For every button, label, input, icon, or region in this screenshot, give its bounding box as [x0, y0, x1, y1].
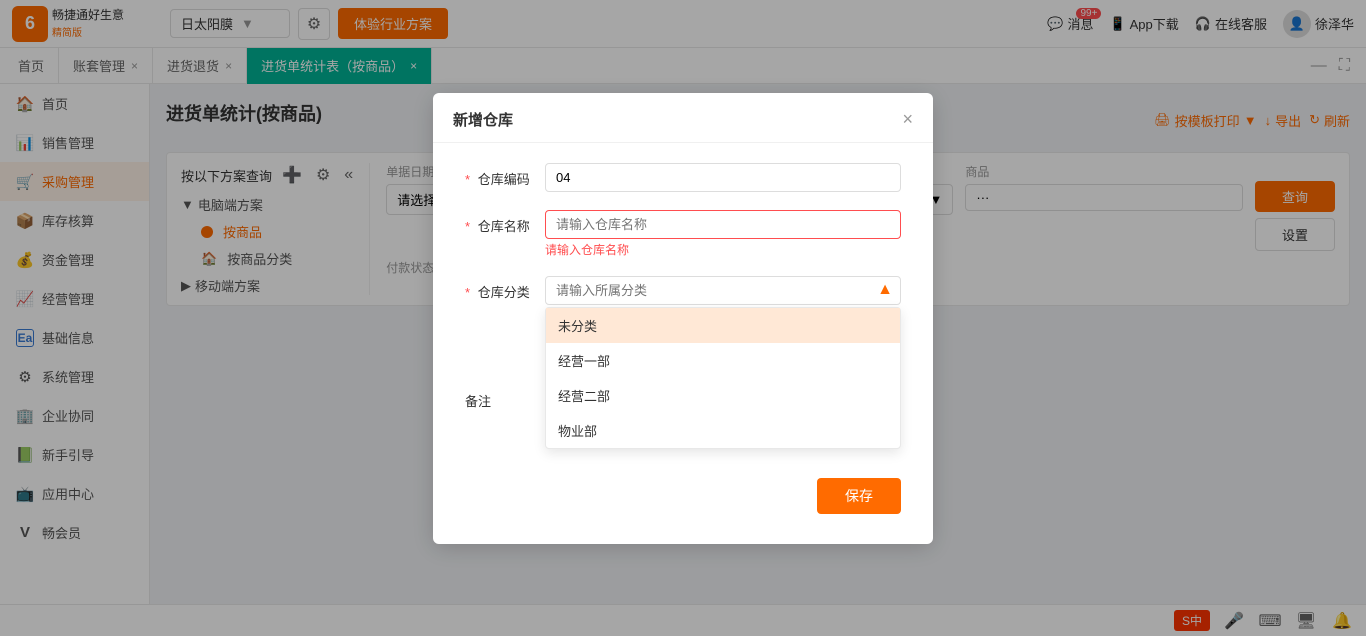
name-field-row: * 仓库名称 请输入仓库名称: [465, 210, 901, 258]
modal-header: 新增仓库 ×: [433, 93, 933, 143]
category-field: ▲ 未分类 经营一部 经营二部 物业部: [545, 276, 901, 305]
code-label: * 仓库编码: [465, 163, 545, 188]
code-required: *: [465, 172, 470, 187]
name-error-msg: 请输入仓库名称: [545, 241, 901, 258]
category-toggle-btn[interactable]: ▲: [877, 281, 893, 299]
code-field-row: * 仓库编码: [465, 163, 901, 192]
modal-overlay: 新增仓库 × * 仓库编码 * 仓库名称: [0, 0, 1366, 636]
name-field: 请输入仓库名称: [545, 210, 901, 258]
dropdown-item-dept2[interactable]: 经营二部: [546, 378, 900, 413]
category-dropdown: 未分类 经营一部 经营二部 物业部: [545, 307, 901, 449]
modal-close-btn[interactable]: ×: [902, 109, 913, 130]
category-input[interactable]: [545, 276, 901, 305]
name-label: * 仓库名称: [465, 210, 545, 235]
category-field-row: * 仓库分类 ▲ 未分类 经营一部 经营二部 物业部: [465, 276, 901, 305]
name-required: *: [465, 219, 470, 234]
dropdown-item-dept1[interactable]: 经营一部: [546, 343, 900, 378]
save-button[interactable]: 保存: [817, 478, 901, 514]
category-input-wrap: ▲: [545, 276, 901, 305]
new-warehouse-modal: 新增仓库 × * 仓库编码 * 仓库名称: [433, 93, 933, 544]
code-input[interactable]: [545, 163, 901, 192]
category-required: *: [465, 285, 470, 300]
dropdown-item-unclassified[interactable]: 未分类: [546, 308, 900, 343]
modal-body: * 仓库编码 * 仓库名称 请输入仓库名称: [433, 143, 933, 448]
category-label: * 仓库分类: [465, 276, 545, 301]
modal-footer: 保存: [433, 466, 933, 514]
modal-title: 新增仓库: [453, 109, 513, 130]
dropdown-item-property[interactable]: 物业部: [546, 413, 900, 448]
note-label: 备注: [465, 385, 545, 410]
code-field: [545, 163, 901, 192]
name-input[interactable]: [545, 210, 901, 239]
